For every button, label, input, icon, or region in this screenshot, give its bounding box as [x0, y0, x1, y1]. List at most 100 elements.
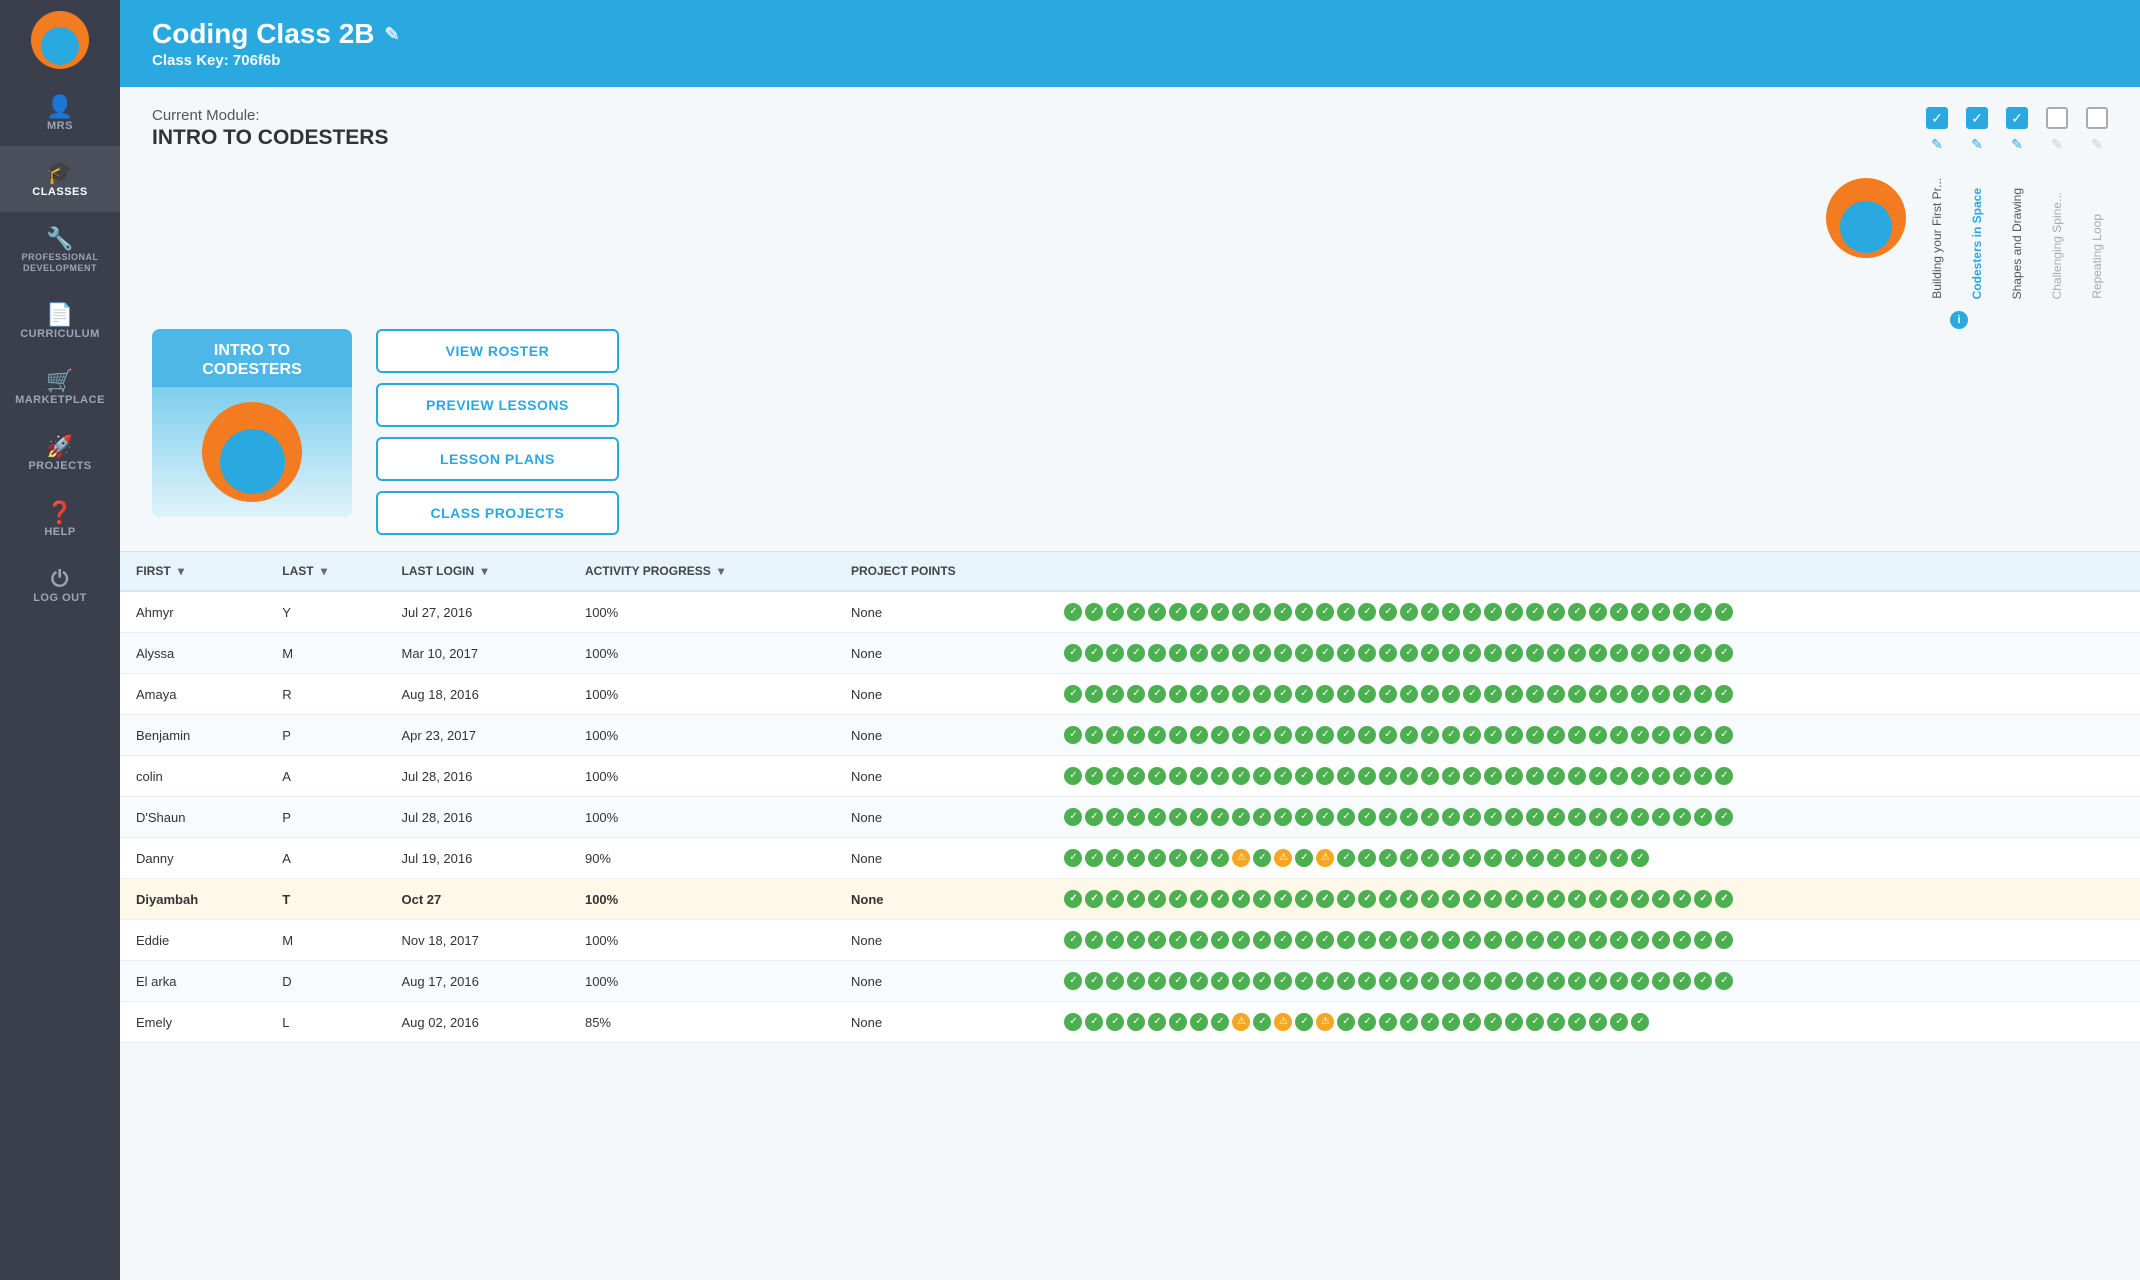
module-info: Current Module: INTRO TO CODESTERS [152, 107, 388, 150]
check-icon: ✓ [1442, 603, 1460, 621]
top-row: Current Module: INTRO TO CODESTERS ✓ [120, 87, 2140, 329]
sidebar-item-marketplace[interactable]: 🛒 MARKETPLACE [0, 354, 120, 420]
check-icon: ✓ [1547, 931, 1565, 949]
check-icon: ✓ [1211, 890, 1229, 908]
check-icon: ✓ [1379, 972, 1397, 990]
cell-activities: ✓✓✓✓✓✓✓✓⚠✓⚠✓⚠✓✓✓✓✓✓✓✓✓✓✓✓✓✓✓ [1047, 1002, 2140, 1043]
check-icon: ✓ [1442, 931, 1460, 949]
col-edit-icon-0[interactable]: ✎ [1926, 133, 1948, 155]
sidebar-item-classes[interactable]: 🎓 CLASSES [0, 146, 120, 212]
check-icon: ✓ [1148, 644, 1166, 662]
check-icon: ✓ [1106, 726, 1124, 744]
check-icon: ✓ [1400, 603, 1418, 621]
check-icon: ✓ [1652, 931, 1670, 949]
cell-last-login: Mar 10, 2017 [386, 633, 569, 674]
col-edit-icon-1[interactable]: ✎ [1966, 133, 1988, 155]
activity-icons: ✓✓✓✓✓✓✓✓✓✓✓✓✓✓✓✓✓✓✓✓✓✓✓✓✓✓✓✓✓✓✓✓ [1063, 602, 1863, 622]
col-edit-icon-2[interactable]: ✎ [2006, 133, 2028, 155]
table-row: Danny A Jul 19, 2016 90% None ✓✓✓✓✓✓✓✓⚠✓… [120, 838, 2140, 879]
check-icon: ✓ [1463, 890, 1481, 908]
cell-activity-progress: 100% [569, 715, 835, 756]
sidebar-item-help[interactable]: ❓ HELP [0, 486, 120, 552]
col-header-activity-progress[interactable]: ACTIVITY PROGRESS ▾ [569, 552, 835, 591]
check-icon: ✓ [1442, 849, 1460, 867]
module-buttons: VIEW ROSTER PREVIEW LESSONS LESSON PLANS… [376, 329, 619, 535]
col-checkbox-0[interactable]: ✓ [1926, 107, 1948, 129]
check-icon: ✓ [1610, 808, 1628, 826]
check-icon: ✓ [1484, 644, 1502, 662]
class-title-row: Coding Class 2B ✎ [152, 18, 2108, 50]
cell-project-points: None [835, 838, 1047, 879]
check-icon: ✓ [1400, 890, 1418, 908]
check-icon: ✓ [1148, 726, 1166, 744]
col-header-last[interactable]: LAST ▾ [266, 552, 385, 591]
sidebar-item-professional-development[interactable]: 🔧 PROFESSIONALDEVELOPMENT [0, 212, 120, 288]
class-projects-button[interactable]: CLASS PROJECTS [376, 491, 619, 535]
cell-activity-progress: 100% [569, 674, 835, 715]
right-header: ✓ ✓ ✓ ✎ ✎ ✎ ✎ [1826, 107, 2108, 329]
check-icon: ✓ [1421, 931, 1439, 949]
table-row: El arka D Aug 17, 2016 100% None ✓✓✓✓✓✓✓… [120, 961, 2140, 1002]
info-badge[interactable]: i [1950, 311, 1968, 329]
activity-icons: ✓✓✓✓✓✓✓✓✓✓✓✓✓✓✓✓✓✓✓✓✓✓✓✓✓✓✓✓✓✓✓✓ [1063, 930, 1863, 950]
sort-first-icon: ▾ [178, 564, 184, 578]
class-name: Coding Class 2B [152, 18, 374, 50]
sidebar-item-projects[interactable]: 🚀 PROJECTS [0, 420, 120, 486]
check-icon: ✓ [1673, 726, 1691, 744]
check-icon: ✓ [1652, 726, 1670, 744]
check-icon: ✓ [1505, 931, 1523, 949]
check-icon: ✓ [1421, 767, 1439, 785]
check-icon: ✓ [1505, 972, 1523, 990]
check-icon: ✓ [1631, 808, 1649, 826]
check-icon: ✓ [1127, 931, 1145, 949]
col-checkbox-3[interactable] [2046, 107, 2068, 129]
check-icon: ✓ [1442, 767, 1460, 785]
check-icon: ✓ [1211, 726, 1229, 744]
check-icon: ✓ [1526, 644, 1544, 662]
col-checkbox-1[interactable]: ✓ [1966, 107, 1988, 129]
check-icon: ✓ [1589, 808, 1607, 826]
sidebar-label-mrs: MRS [47, 120, 73, 132]
check-icon: ✓ [1358, 808, 1376, 826]
check-icon: ✓ [1484, 890, 1502, 908]
cell-activity-progress: 100% [569, 591, 835, 633]
check-icon: ✓ [1421, 849, 1439, 867]
activity-icons: ✓✓✓✓✓✓✓✓✓✓✓✓✓✓✓✓✓✓✓✓✓✓✓✓✓✓✓✓✓✓✓✓ [1063, 807, 1863, 827]
cell-first: Emely [120, 1002, 266, 1043]
edit-class-icon[interactable]: ✎ [384, 24, 399, 45]
cell-last: D [266, 961, 385, 1002]
cell-project-points: None [835, 797, 1047, 838]
module-card-title: INTRO TO CODESTERS [152, 329, 352, 387]
check-icon: ✓ [1253, 685, 1271, 703]
activity-icons: ✓✓✓✓✓✓✓✓⚠✓⚠✓⚠✓✓✓✓✓✓✓✓✓✓✓✓✓✓✓ [1063, 848, 1863, 868]
sort-login-icon: ▾ [482, 564, 488, 578]
activity-icons: ✓✓✓✓✓✓✓✓✓✓✓✓✓✓✓✓✓✓✓✓✓✓✓✓✓✓✓✓✓✓✓✓ [1063, 766, 1863, 786]
cell-activity-progress: 100% [569, 920, 835, 961]
check-icon: ✓ [1127, 685, 1145, 703]
sidebar-item-mrs[interactable]: 👤 MRS [0, 80, 120, 146]
col-checkbox-2[interactable]: ✓ [2006, 107, 2028, 129]
col-header-first[interactable]: FIRST ▾ [120, 552, 266, 591]
check-icon: ✓ [1148, 890, 1166, 908]
sidebar-item-curriculum[interactable]: 📄 CURRICULUM [0, 288, 120, 354]
table-body: Ahmyr Y Jul 27, 2016 100% None ✓✓✓✓✓✓✓✓✓… [120, 591, 2140, 1043]
lesson-plans-button[interactable]: LESSON PLANS [376, 437, 619, 481]
check-icon: ✓ [1568, 849, 1586, 867]
activity-icons: ✓✓✓✓✓✓✓✓✓✓✓✓✓✓✓✓✓✓✓✓✓✓✓✓✓✓✓✓✓✓✓✓ [1063, 725, 1863, 745]
check-icon: ✓ [1106, 972, 1124, 990]
check-icon: ✓ [1190, 726, 1208, 744]
view-roster-button[interactable]: VIEW ROSTER [376, 329, 619, 373]
check-icon: ✓ [1148, 603, 1166, 621]
col-checkbox-4[interactable] [2086, 107, 2108, 129]
col-header-last-login[interactable]: LAST LOGIN ▾ [386, 552, 569, 591]
check-icon: ✓ [1610, 972, 1628, 990]
check-icon: ✓ [1610, 931, 1628, 949]
cell-activity-progress: 90% [569, 838, 835, 879]
check-icon: ✓ [1442, 644, 1460, 662]
sidebar-item-logout[interactable]: ⏻ LOG OUT [0, 552, 120, 618]
sidebar-logo [0, 0, 120, 80]
preview-lessons-button[interactable]: PREVIEW LESSONS [376, 383, 619, 427]
checkboxes-row: ✓ ✓ ✓ [1922, 107, 2108, 129]
cell-last-login: Aug 02, 2016 [386, 1002, 569, 1043]
activity-icons: ✓✓✓✓✓✓✓✓⚠✓⚠✓⚠✓✓✓✓✓✓✓✓✓✓✓✓✓✓✓ [1063, 1012, 1863, 1032]
